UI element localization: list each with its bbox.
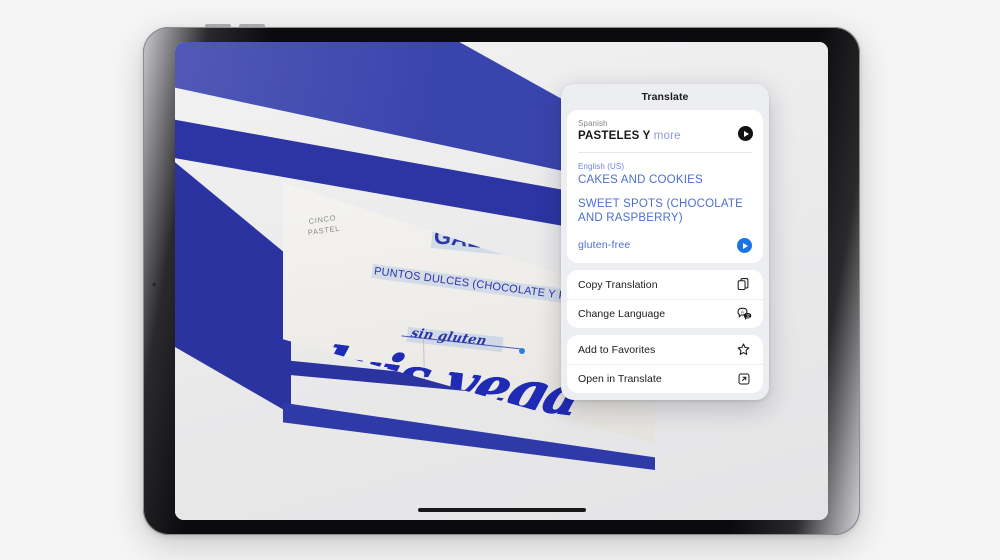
screenshot-stage: CINCO PASTEL LA CONDESA CDMX PASTELES Y …: [0, 0, 1000, 560]
add-to-favorites-item[interactable]: Add to Favorites: [567, 335, 763, 364]
box-script-dot-icon: [519, 348, 525, 354]
target-text-line-1: CAKES AND COOKIES: [578, 174, 703, 186]
star-outline-icon: [735, 341, 752, 358]
copy-translation-label: Copy Translation: [578, 278, 658, 291]
speech-bubbles-language-icon: A 文: [735, 305, 752, 322]
translation-card: Spanish PASTELES Y more English (US) CAK…: [567, 110, 763, 264]
volume-down-button[interactable]: [239, 24, 265, 29]
box-headline-pin-icon: [428, 203, 436, 226]
menu-group-2: Add to Favorites Open in Translate: [567, 335, 763, 394]
play-icon: [743, 130, 749, 137]
source-language-label: Spanish: [578, 119, 608, 128]
translate-popover: Translate Spanish PASTELES Y more Englis…: [561, 84, 769, 401]
source-text-value: PASTELES Y: [578, 130, 651, 142]
add-to-favorites-label: Add to Favorites: [578, 343, 656, 356]
open-in-translate-label: Open in Translate: [578, 372, 662, 385]
target-text-line-2b: AND RASPBERRY): [578, 212, 683, 225]
target-text-block: English (US) CAKES AND COOKIES SWEET SPO…: [567, 153, 763, 236]
copy-translation-item[interactable]: Copy Translation: [567, 270, 763, 299]
target-language-label: English (US): [578, 162, 625, 171]
menu-group-1: Copy Translation Change Language A 文: [567, 270, 763, 329]
ipad-screen: CINCO PASTEL LA CONDESA CDMX PASTELES Y …: [175, 42, 828, 520]
home-indicator[interactable]: [417, 508, 586, 512]
source-more-link[interactable]: more: [654, 130, 681, 142]
ipad-device: CINCO PASTEL LA CONDESA CDMX PASTELES Y …: [143, 24, 860, 535]
source-text: PASTELES Y more: [578, 130, 752, 142]
popover-title: Translate: [641, 91, 689, 103]
volume-up-button[interactable]: [205, 24, 231, 29]
play-icon: [742, 242, 748, 249]
source-text-block: Spanish PASTELES Y more: [567, 110, 763, 152]
open-in-translate-item[interactable]: Open in Translate: [567, 364, 763, 393]
change-language-label: Change Language: [578, 307, 666, 320]
play-source-audio-button[interactable]: [738, 126, 753, 141]
svg-text:文: 文: [746, 312, 751, 319]
play-translation-audio-button[interactable]: [737, 238, 752, 254]
box-headline-line2: GALLETAS: [430, 222, 557, 260]
box-side-label: CINCO PASTEL: [306, 212, 341, 239]
box-left-face: [175, 154, 291, 414]
front-camera-icon: [152, 282, 157, 287]
change-language-item[interactable]: Change Language A 文: [567, 299, 763, 328]
gluten-free-text: gluten-free: [578, 238, 631, 251]
copy-documents-icon: [735, 276, 752, 293]
gluten-free-row: gluten-free: [567, 236, 763, 263]
box-brand-logo: luis vega: [311, 333, 590, 429]
target-text-line-2a: SWEET SPOTS (CHOCOLATE: [578, 197, 743, 210]
arrow-up-right-box-icon: [735, 370, 752, 387]
